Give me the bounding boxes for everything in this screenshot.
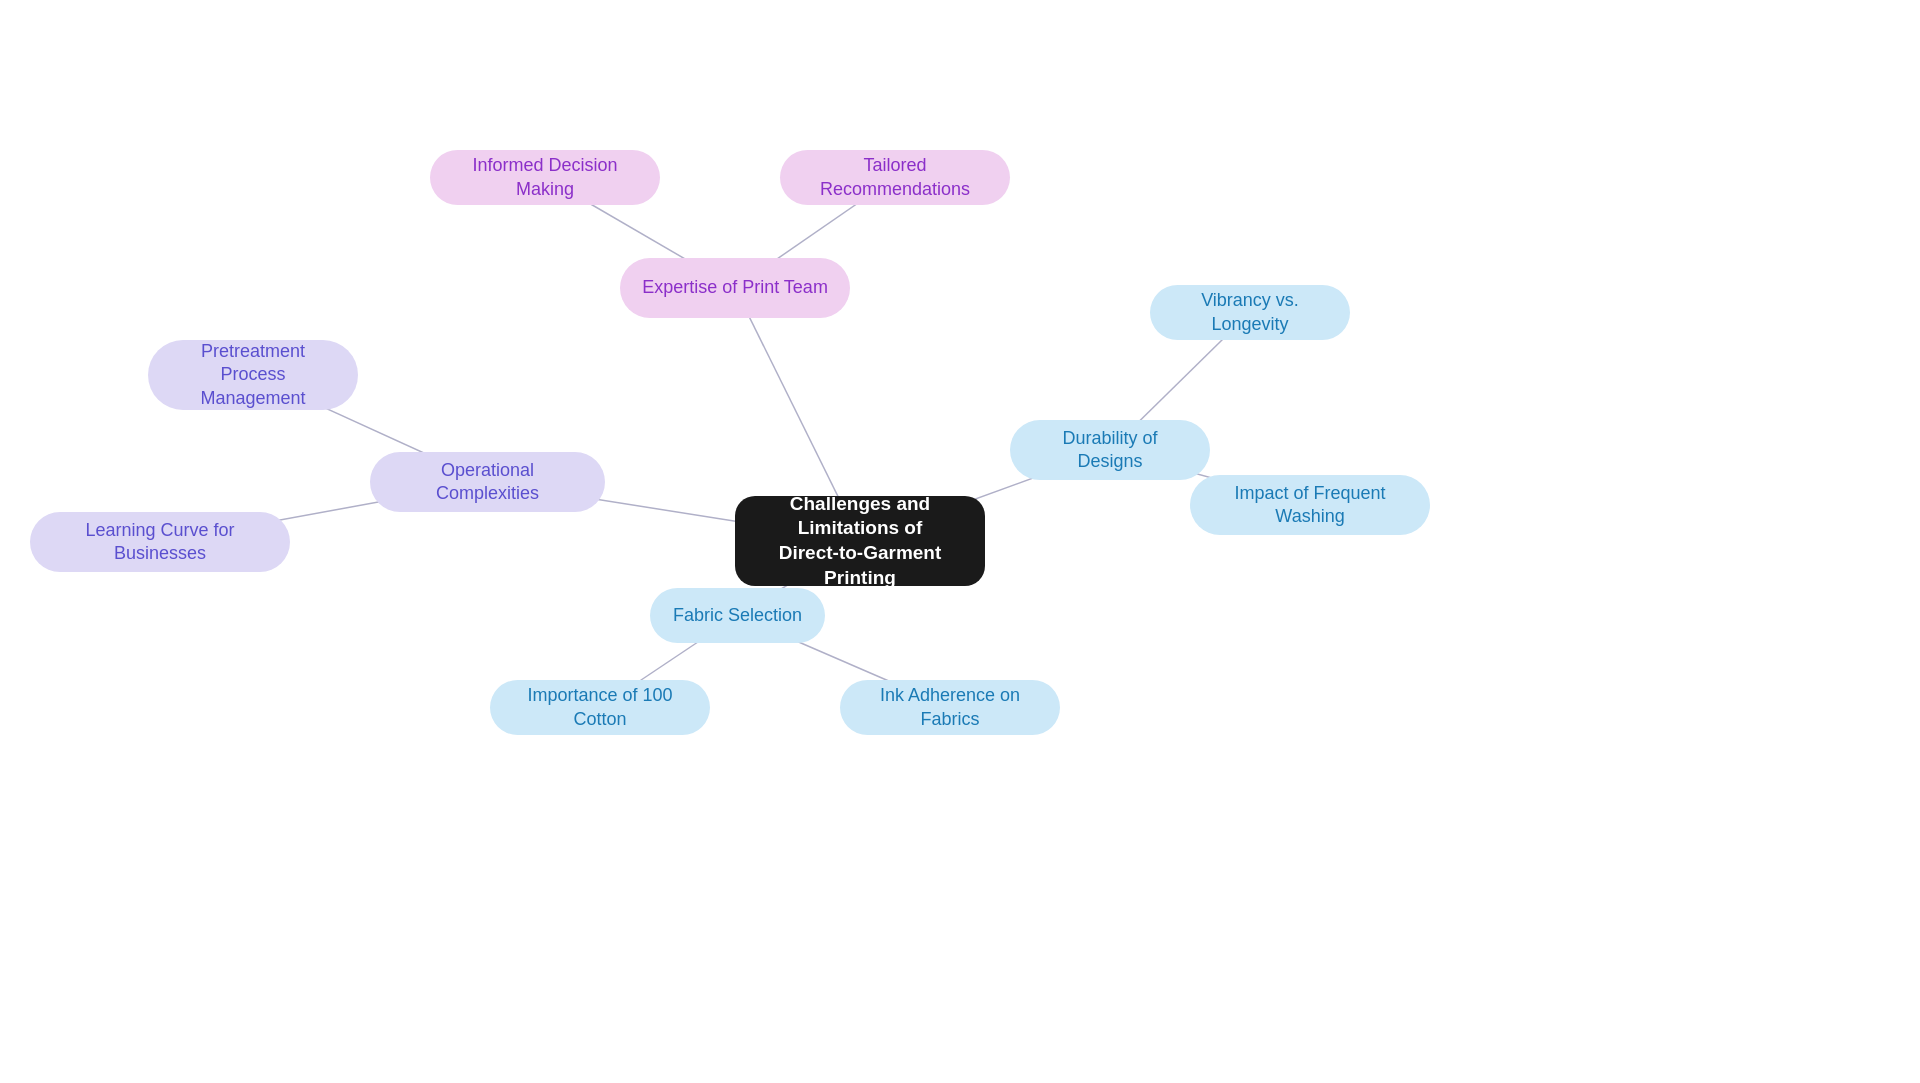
node-center[interactable]: Challenges and Limitations ofDirect-to-G… (735, 496, 985, 586)
node-informed[interactable]: Informed Decision Making (430, 150, 660, 205)
node-learning[interactable]: Learning Curve for Businesses (30, 512, 290, 572)
node-operational[interactable]: Operational Complexities (370, 452, 605, 512)
node-ink[interactable]: Ink Adherence on Fabrics (840, 680, 1060, 735)
node-expertise[interactable]: Expertise of Print Team (620, 258, 850, 318)
mindmap-container: Challenges and Limitations ofDirect-to-G… (0, 0, 1920, 1083)
node-tailored[interactable]: Tailored Recommendations (780, 150, 1010, 205)
node-durability[interactable]: Durability of Designs (1010, 420, 1210, 480)
node-washing[interactable]: Impact of Frequent Washing (1190, 475, 1430, 535)
node-fabric[interactable]: Fabric Selection (650, 588, 825, 643)
node-pretreatment[interactable]: Pretreatment ProcessManagement (148, 340, 358, 410)
node-vibrancy[interactable]: Vibrancy vs. Longevity (1150, 285, 1350, 340)
node-importance[interactable]: Importance of 100 Cotton (490, 680, 710, 735)
